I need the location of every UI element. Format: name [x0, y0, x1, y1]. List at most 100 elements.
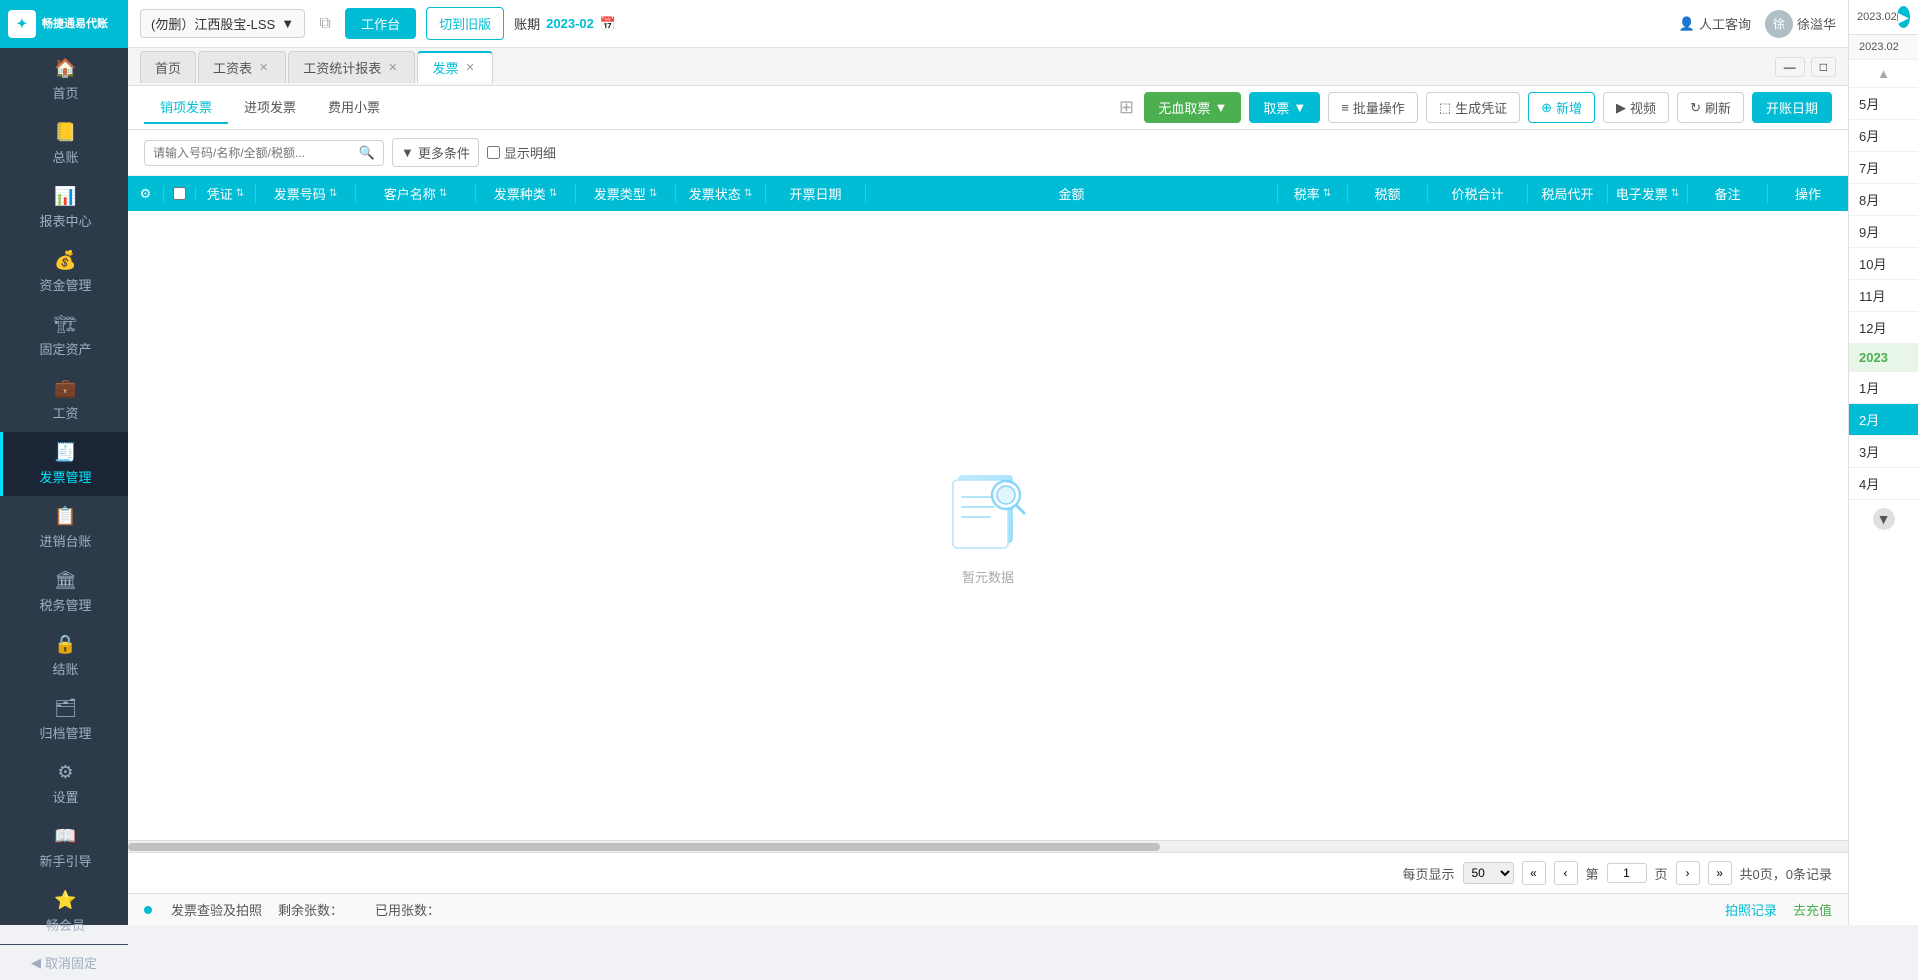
sidebar-item-assets-mgmt[interactable]: 💰 资金管理: [0, 240, 128, 304]
show-detail-toggle[interactable]: 显示明细: [487, 143, 556, 162]
date-item-2023-3[interactable]: 3月: [1849, 436, 1918, 468]
minimize-button[interactable]: —: [1775, 57, 1805, 77]
workbench-button[interactable]: 工作台: [345, 8, 416, 39]
sort-voucher-icon[interactable]: ⇅: [236, 188, 244, 199]
grid-view-icon[interactable]: ⊞: [1116, 98, 1136, 118]
th-customer: 客户名称 ⇅: [356, 184, 476, 203]
date-item-2022-11[interactable]: 11月: [1849, 280, 1918, 312]
subtab-purchase-invoice[interactable]: 进项发票: [228, 91, 312, 124]
company-selector[interactable]: (勿删）江西股宝-LSS ▼: [140, 9, 305, 38]
sidebar-item-payroll[interactable]: 💼 工资: [0, 368, 128, 432]
date-item-2022-7[interactable]: 7月: [1849, 152, 1918, 184]
sidebar-item-settings[interactable]: ⚙ 设置: [0, 752, 128, 816]
tab-home[interactable]: 首页: [140, 51, 196, 83]
subtab-sales-invoice[interactable]: 销项发票: [144, 91, 228, 124]
open-period-button[interactable]: 开账日期: [1752, 92, 1832, 123]
th-action: 操作: [1768, 184, 1848, 203]
th-settings[interactable]: ⚙: [128, 186, 164, 202]
maximize-button[interactable]: □: [1811, 57, 1836, 77]
date-panel-expand-icon[interactable]: ▼: [1873, 508, 1895, 530]
sidebar-item-fixed-assets[interactable]: 🏗 固定资产: [0, 304, 128, 368]
search-box[interactable]: 🔍: [144, 140, 384, 166]
date-item-2022-10[interactable]: 10月: [1849, 248, 1918, 280]
sort-invoice-type-icon[interactable]: ⇅: [549, 188, 557, 199]
assets-icon: 💰: [54, 250, 76, 271]
first-page-button[interactable]: «: [1522, 861, 1546, 885]
take-ticket-button[interactable]: 取票 ▼: [1249, 92, 1320, 123]
date-item-arrow-up[interactable]: ▲: [1849, 60, 1918, 88]
copy-icon[interactable]: ⧉: [315, 14, 335, 34]
scrollbar-thumb[interactable]: [128, 843, 1160, 851]
date-item-2023-2[interactable]: 2月: [1849, 404, 1918, 436]
sidebar-item-closing[interactable]: 🔒 结账: [0, 624, 128, 688]
date-panel-collapse-icon[interactable]: ▶: [1897, 6, 1910, 28]
sidebar-item-ledger[interactable]: 📒 总账: [0, 112, 128, 176]
tab-payroll-stats-close[interactable]: ✕: [385, 60, 400, 75]
sidebar-item-reports[interactable]: 📊 报表中心: [0, 176, 128, 240]
page-number-input[interactable]: [1607, 863, 1647, 883]
sidebar-item-label: 发票管理: [39, 467, 91, 486]
tab-payroll-stats[interactable]: 工资统计报表 ✕: [288, 51, 415, 83]
sidebar-item-guide[interactable]: 📖 新手引导: [0, 816, 128, 880]
search-input[interactable]: [153, 146, 355, 160]
date-item-2022-9[interactable]: 9月: [1849, 216, 1918, 248]
date-item-2023-4[interactable]: 4月: [1849, 468, 1918, 500]
search-icon[interactable]: 🔍: [359, 145, 375, 161]
last-page-button[interactable]: »: [1708, 861, 1732, 885]
sidebar-item-label: 新手引导: [39, 851, 91, 870]
verify-dot: [144, 902, 155, 917]
sidebar-item-label: 归档管理: [39, 723, 91, 742]
sidebar-collapse-button[interactable]: ◀ 取消固定: [0, 945, 128, 980]
collapse-arrow-icon: ◀: [31, 955, 41, 971]
user-profile[interactable]: 徐 徐溢华: [1765, 10, 1836, 38]
sort-invoice-category-icon[interactable]: ⇅: [649, 188, 657, 199]
sidebar-item-sales-ledger[interactable]: 📋 进销台账: [0, 496, 128, 560]
tab-payroll-sheet-close[interactable]: ✕: [256, 60, 271, 75]
date-item-2022-12[interactable]: 12月: [1849, 312, 1918, 344]
invoice-icon: 🧾: [54, 442, 76, 463]
sidebar-item-home[interactable]: 🏠 首页: [0, 48, 128, 112]
video-button[interactable]: ▶ 视频: [1603, 92, 1669, 123]
new-icon: ⊕: [1541, 100, 1552, 116]
old-version-button[interactable]: 切到旧版: [426, 7, 504, 40]
support-button[interactable]: 👤 人工客询: [1679, 14, 1751, 33]
sidebar-item-archive[interactable]: 🗂 归档管理: [0, 688, 128, 752]
sort-e-invoice-icon[interactable]: ⇅: [1671, 188, 1679, 199]
more-filter-button[interactable]: ▼ 更多条件: [392, 138, 479, 167]
sort-invoice-status-icon[interactable]: ⇅: [744, 188, 752, 199]
new-button[interactable]: ⊕ 新增: [1528, 92, 1595, 123]
recharge-link[interactable]: 拍照记录: [1725, 900, 1777, 919]
per-page-select[interactable]: 50 10 20 100: [1463, 862, 1514, 884]
take-ticket-arrow-icon: ▼: [1293, 100, 1306, 115]
date-item-2022-6[interactable]: 6月: [1849, 120, 1918, 152]
date-item-2023-1[interactable]: 1月: [1849, 372, 1918, 404]
date-item-2023-02-sub[interactable]: 2023.02: [1849, 35, 1918, 60]
tab-invoice[interactable]: 发票 ✕: [417, 51, 492, 83]
date-item-2022-5[interactable]: 5月: [1849, 88, 1918, 120]
subtab-expense-receipt[interactable]: 费用小票: [312, 91, 396, 124]
select-all-checkbox[interactable]: [173, 187, 186, 200]
sidebar-item-invoice-mgmt[interactable]: 🧾 发票管理: [0, 432, 128, 496]
tab-invoice-close[interactable]: ✕: [463, 60, 478, 75]
accounting-period: 账期 2023-02 📅: [514, 14, 616, 33]
purchase-link[interactable]: 去充值: [1793, 900, 1832, 919]
no-deduction-button[interactable]: 无血取票 ▼: [1144, 92, 1241, 123]
sidebar-item-tax-mgmt[interactable]: 🏛 税务管理: [0, 560, 128, 624]
date-item-2022-8[interactable]: 8月: [1849, 184, 1918, 216]
next-page-button[interactable]: ›: [1676, 861, 1700, 885]
sort-tax-rate-icon[interactable]: ⇅: [1323, 188, 1331, 199]
th-checkbox[interactable]: [164, 187, 196, 200]
batch-op-button[interactable]: ≡ 批量操作: [1328, 92, 1418, 123]
sidebar-item-label: 设置: [52, 787, 78, 806]
sort-invoice-no-icon[interactable]: ⇅: [329, 188, 337, 199]
sidebar-item-member[interactable]: ⭐ 畅会员: [0, 880, 128, 944]
sort-customer-icon[interactable]: ⇅: [439, 188, 447, 199]
show-detail-checkbox[interactable]: [487, 146, 500, 159]
prev-page-button[interactable]: ‹: [1554, 861, 1578, 885]
period-calendar-icon[interactable]: 📅: [600, 16, 616, 32]
tab-payroll-sheet[interactable]: 工资表 ✕: [198, 51, 286, 83]
th-tax-total: 价税合计: [1428, 184, 1528, 203]
refresh-button[interactable]: ↻ 刷新: [1677, 92, 1744, 123]
horizontal-scrollbar[interactable]: [128, 840, 1848, 852]
gen-voucher-button[interactable]: ⬚ 生成凭证: [1426, 92, 1520, 123]
